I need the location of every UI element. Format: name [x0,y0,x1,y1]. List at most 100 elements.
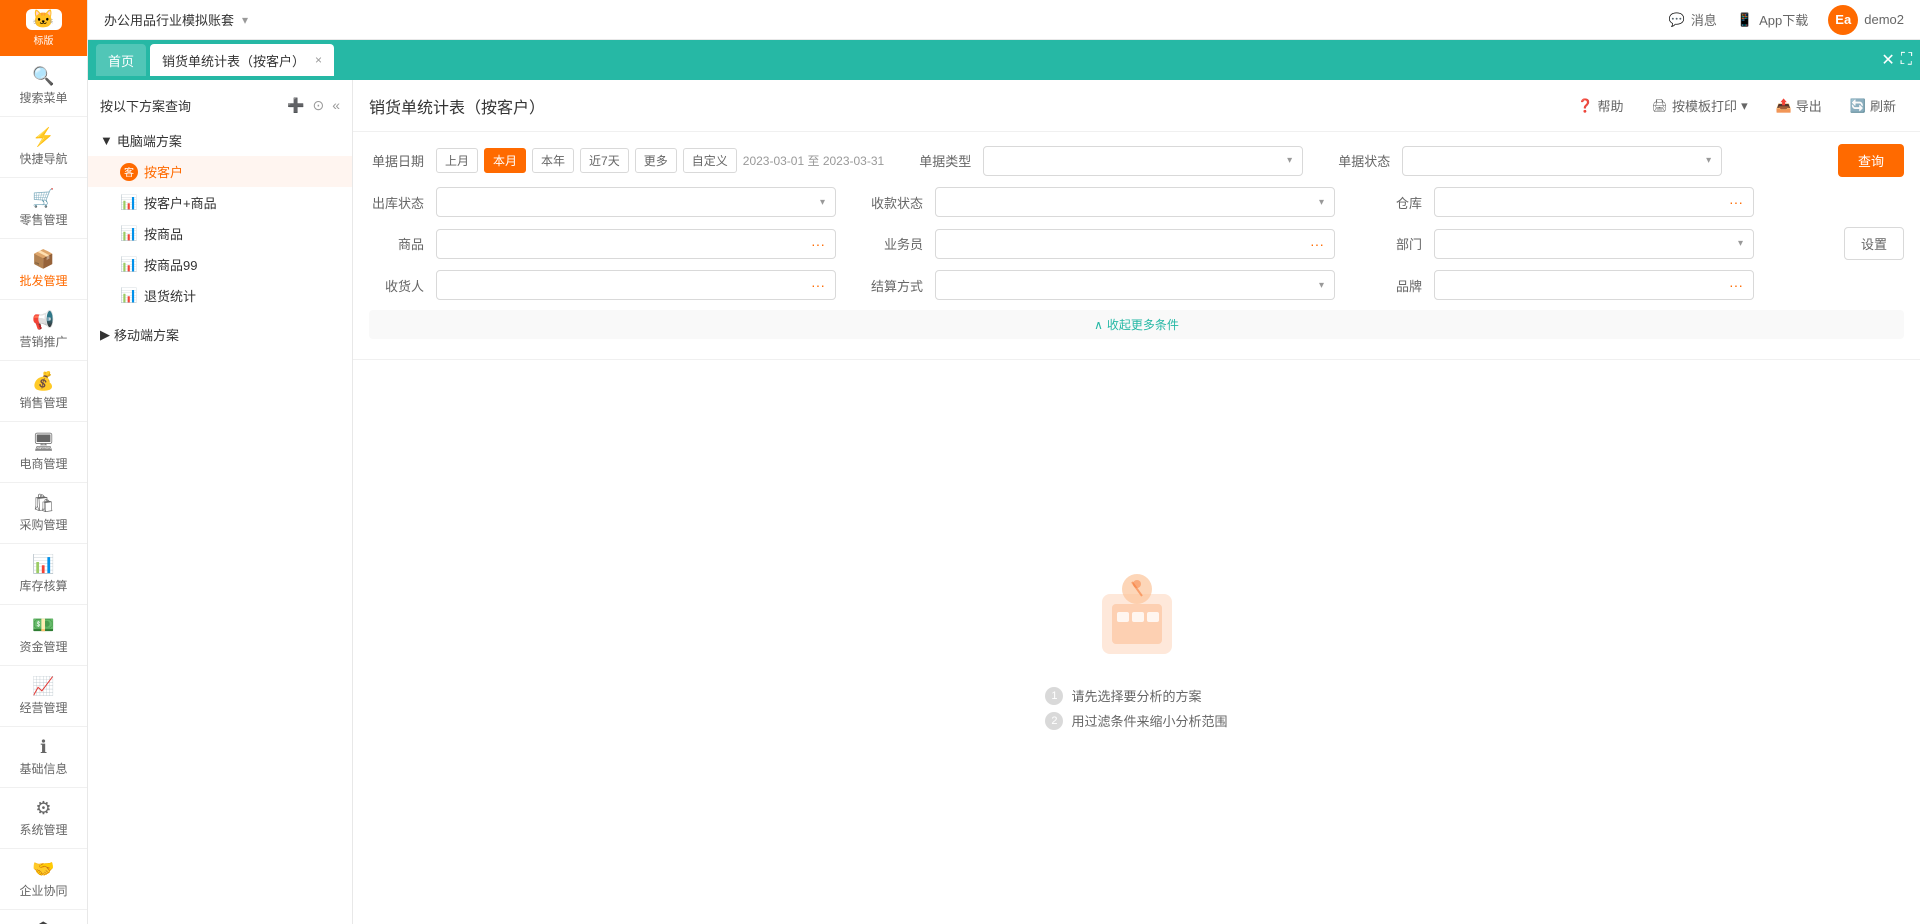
sidebar-item-search[interactable]: 🔍 搜索菜单 [0,56,87,117]
tree-item-by-customer[interactable]: 客 按客户 [88,156,352,187]
tree-item-by-goods[interactable]: 📊 按商品 [88,218,352,249]
search-icon: 🔍 [32,66,54,87]
order-status-select[interactable]: ▾ [1402,146,1722,176]
sidebar-item-shortcut[interactable]: ⚡ 快捷导航 [0,117,87,178]
receiver-select-dots[interactable]: ··· [811,277,825,293]
help-icon: ❓ [1577,98,1593,114]
warehouse-select[interactable]: ··· [1434,187,1754,217]
tab-close-window-icon[interactable]: ✕ [1881,50,1894,70]
goods-select-dots[interactable]: ··· [811,236,825,252]
tree-item-return-icon: 📊 [120,287,138,305]
sidebar-item-basic[interactable]: ℹ 基础信息 [0,727,87,788]
tab-home[interactable]: 首页 [96,44,146,76]
payment-dropdown-icon: ▾ [1319,280,1324,291]
sidebar-item-newbie[interactable]: 🎓 新手引导 [0,910,87,924]
receive-status-select[interactable]: ▾ [935,187,1335,217]
sidebar-item-retail[interactable]: 🛒 零售管理 [0,178,87,239]
tree-parent-mobile[interactable]: ▶ 移动端方案 [88,319,352,350]
date-range-text: 2023-03-01 至 2023-03-31 [743,152,884,169]
sidebar-label-shortcut: 快捷导航 [19,150,67,167]
empty-state: 1 请先选择要分析的方案 2 用过滤条件来缩小分析范围 [353,360,1920,924]
tree-parent-mobile-label: 移动端方案 [114,325,179,344]
date-btn-this-year[interactable]: 本年 [532,148,574,173]
out-status-select[interactable]: ▾ [436,187,836,217]
tree-item-label-goods: 按商品 [144,224,183,243]
breadcrumb-dropdown[interactable]: ▾ [242,13,248,27]
filter-row-2: 出库状态 ▾ 收款状态 ▾ 仓库 ··· [369,187,1904,217]
settings-button[interactable]: 设置 [1844,227,1904,260]
user-name: demo2 [1864,12,1904,27]
order-type-select[interactable]: ▾ [983,146,1303,176]
receiver-select[interactable]: ··· [436,270,836,300]
export-button[interactable]: 📤 导出 [1768,92,1830,119]
brand-select-dots[interactable]: ··· [1729,277,1743,293]
app-download-button[interactable]: 📱 App下载 [1737,10,1808,29]
date-btn-7days[interactable]: 近7天 [580,148,629,173]
tree-item-by-customer-goods[interactable]: 📊 按客户+商品 [88,187,352,218]
sidebar-item-purchase[interactable]: 🛍 采购管理 [0,483,87,544]
refresh-button[interactable]: 🔄 刷新 [1842,92,1904,119]
print-button[interactable]: 🖨 按模板打印 ▾ [1644,92,1756,119]
tab-home-label: 首页 [108,51,134,70]
query-button[interactable]: 查询 [1838,144,1904,177]
salesperson-select[interactable]: ··· [935,229,1335,259]
filter-row-4: 收货人 ··· 结算方式 ▾ 品牌 ··· [369,270,1904,300]
warehouse-select-dots[interactable]: ··· [1729,194,1743,210]
tree-item-label-goods99: 按商品99 [144,255,197,274]
brand-select[interactable]: ··· [1434,270,1754,300]
sidebar-item-finance[interactable]: 💵 资金管理 [0,605,87,666]
sidebar-label-search: 搜索菜单 [19,89,67,106]
goods-label: 商品 [369,234,424,253]
print-dropdown-icon[interactable]: ▾ [1741,98,1748,114]
user-profile[interactable]: Ea demo2 [1828,5,1904,35]
collapse-panel-icon[interactable]: « [332,97,340,114]
tab-maximize-icon[interactable]: ⛶ [1901,51,1912,69]
app-download-label: App下载 [1759,10,1808,29]
tree-item-customer-icon: 客 [120,163,138,181]
message-button[interactable]: 💬 消息 [1669,10,1717,29]
empty-illustration [1077,554,1197,674]
sidebar-item-sales[interactable]: 💰 销售管理 [0,361,87,422]
date-btn-more[interactable]: 更多 [635,148,677,173]
avatar: Ea [1828,5,1858,35]
sidebar-item-ecom[interactable]: 🖥 电商管理 [0,422,87,483]
logo-emoji: 🐱 [32,9,54,30]
sidebar-item-wholesale[interactable]: 📦 批发管理 [0,239,87,300]
sidebar-item-marketing[interactable]: 📢 营销推广 [0,300,87,361]
tabbar: 首页 销货单统计表（按客户） × ✕ ⛶ [88,40,1920,80]
refresh-label: 刷新 [1870,96,1896,115]
collapse-filters-bar[interactable]: ∧ 收起更多条件 [369,310,1904,339]
tab-active-label: 销货单统计表（按客户） [162,51,305,70]
sidebar-label-wholesale: 批发管理 [19,272,67,289]
add-scheme-icon[interactable]: ➕ [287,97,304,114]
tree-item-return-stats[interactable]: 📊 退货统计 [88,280,352,311]
dept-dropdown-icon: ▾ [1738,238,1743,249]
sidebar-item-operation[interactable]: 📈 经营管理 [0,666,87,727]
tree-expand-icon: ▼ [100,133,113,148]
sidebar-item-corp[interactable]: 🤝 企业协同 [0,849,87,910]
salesperson-select-dots[interactable]: ··· [1310,236,1324,252]
help-button[interactable]: ❓ 帮助 [1569,92,1631,119]
right-panel: 销货单统计表（按客户） ❓ 帮助 🖨 按模板打印 ▾ 📤 导出 [353,80,1920,924]
dept-label: 部门 [1367,234,1422,253]
goods-select[interactable]: ··· [436,229,836,259]
tab-active[interactable]: 销货单统计表（按客户） × [150,44,334,76]
receive-status-label: 收款状态 [868,193,923,212]
date-btn-last-month[interactable]: 上月 [436,148,478,173]
sidebar-item-system[interactable]: ⚙ 系统管理 [0,788,87,849]
payment-select[interactable]: ▾ [935,270,1335,300]
tree-item-by-goods99[interactable]: 📊 按商品99 [88,249,352,280]
tabbar-right: ✕ ⛶ [1881,50,1912,70]
date-btn-custom[interactable]: 自定义 [683,148,737,173]
sidebar-item-inventory[interactable]: 📊 库存核算 [0,544,87,605]
tree-section-mobile: ▶ 移动端方案 [88,315,352,354]
sidebar-label-retail: 零售管理 [19,211,67,228]
tree-parent-desktop[interactable]: ▼ 电脑端方案 [88,125,352,156]
dept-select[interactable]: ▾ [1434,229,1754,259]
page-header: 销货单统计表（按客户） ❓ 帮助 🖨 按模板打印 ▾ 📤 导出 [353,80,1920,132]
date-btn-this-month[interactable]: 本月 [484,148,526,173]
tab-close-icon[interactable]: × [315,53,322,67]
settings-scheme-icon[interactable]: ⊙ [312,97,324,114]
topbar-left: 办公用品行业模拟账套 ▾ [104,10,248,29]
out-status-dropdown-icon: ▾ [820,197,825,208]
